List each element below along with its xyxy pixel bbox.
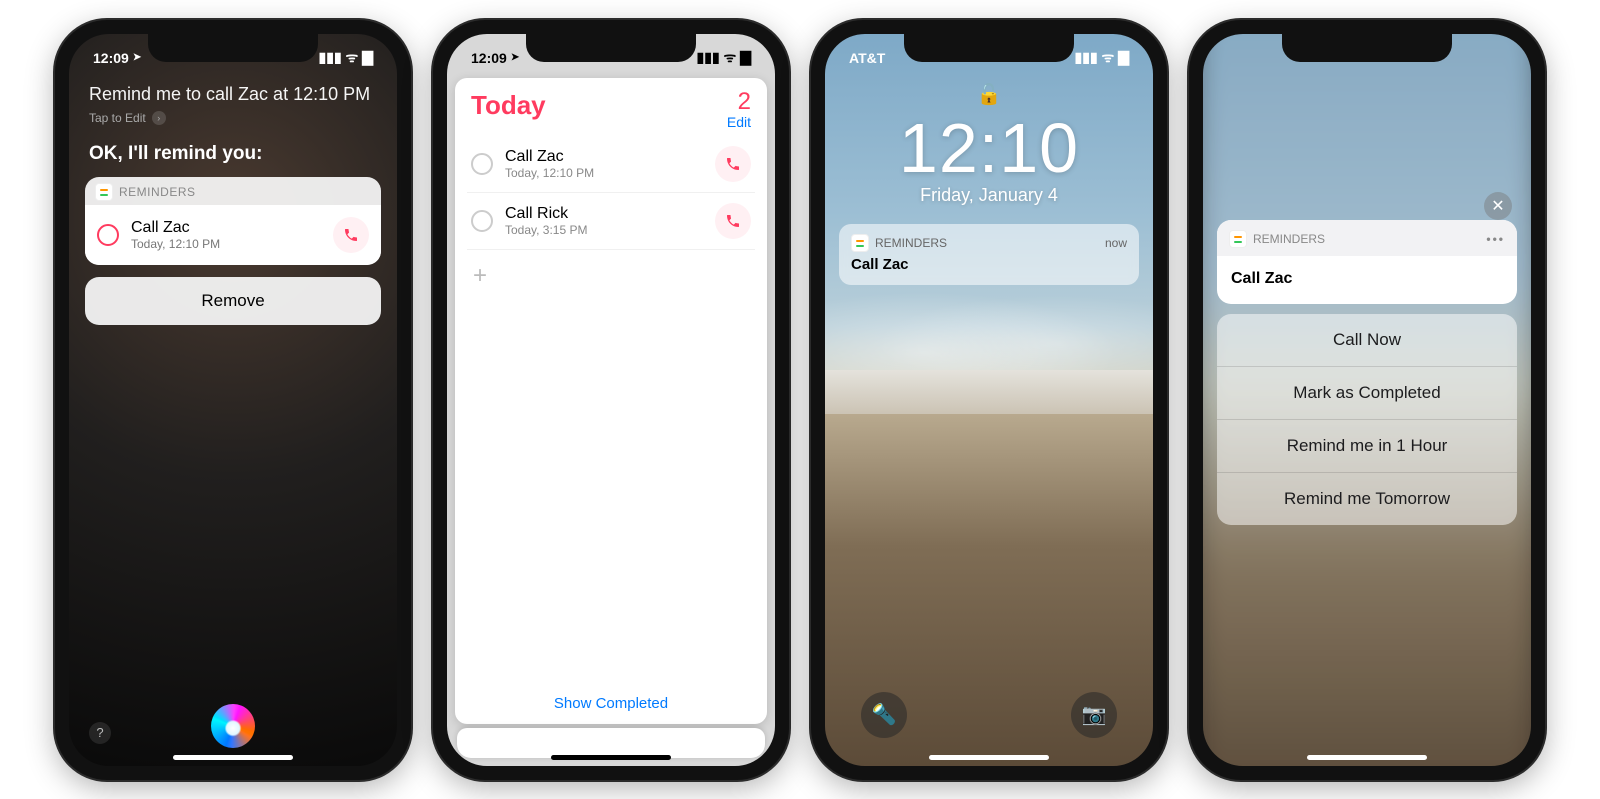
reminders-app-icon [1229,230,1247,248]
action-remind-tomorrow[interactable]: Remind me Tomorrow [1217,473,1517,525]
list-title: Today [471,90,546,121]
camera-icon: 📷 [1082,702,1107,727]
app-switcher-peek[interactable] [457,728,765,758]
reminder-checkbox[interactable] [471,153,493,175]
home-indicator[interactable] [173,755,293,760]
notification-app-label: REMINDERS [875,236,947,250]
tap-to-edit-label: Tap to Edit [89,111,146,125]
reminder-subtitle: Today, 12:10 PM [131,237,321,251]
siri-response: OK, I'll remind you: [85,143,381,165]
siri-orb-icon[interactable] [211,704,255,748]
flashlight-button[interactable]: 🔦 [861,692,907,738]
action-remind-1-hour[interactable]: Remind me in 1 Hour [1217,420,1517,473]
notification-actions: Call Now Mark as Completed Remind me in … [1217,314,1517,525]
lockscreen-time: 12:10 [825,113,1153,183]
notification-title: Call Zac [1217,256,1517,304]
reminder-app-label: REMINDERS [119,185,196,199]
notch [904,34,1074,62]
notification-time: now [1105,236,1127,250]
flashlight-icon: 🔦 [872,702,897,727]
reminders-list-sheet: Today 2 Edit Call Zac Today, 12:10 PM [455,78,767,724]
status-time: 12:09 [93,50,129,66]
phone-lock-screen: AT&T ▮▮▮ ᯤ ▇ 🔓 12:10 Friday, January 4 R… [811,20,1167,780]
reminder-card[interactable]: REMINDERS Call Zac Today, 12:10 PM [85,177,381,265]
reminder-row[interactable]: Call Zac Today, 12:10 PM [467,136,755,193]
siri-help-button[interactable]: ? [89,722,111,744]
phone-icon [725,156,741,172]
status-time: 12:09 [471,50,507,66]
siri-query: Remind me to call Zac at 12:10 PM [85,84,381,105]
phone-reminders-app: 12:09 ➤ ▮▮▮ ᯤ ▇ Today 2 Edit Call Zac To… [433,20,789,780]
reminder-checkbox[interactable] [97,224,119,246]
status-carrier: AT&T [849,50,885,66]
call-button[interactable] [333,217,369,253]
status-icons: ▮▮▮ ᯤ ▇ [1075,48,1129,67]
phone-icon [725,213,741,229]
camera-button[interactable]: 📷 [1071,692,1117,738]
notification-card[interactable]: REMINDERS now Call Zac [839,224,1139,285]
reminder-subtitle: Today, 12:10 PM [505,166,703,180]
reminder-title: Call Zac [131,219,321,237]
action-mark-completed[interactable]: Mark as Completed [1217,367,1517,420]
notch [148,34,318,62]
home-indicator[interactable] [1307,755,1427,760]
notch [1282,34,1452,62]
phone-icon [343,227,359,243]
lockscreen-date: Friday, January 4 [825,185,1153,206]
show-completed-button[interactable]: Show Completed [455,683,767,724]
remove-button[interactable]: Remove [85,277,381,325]
notification-app-label: REMINDERS [1253,232,1325,246]
call-button[interactable] [715,203,751,239]
reminder-checkbox[interactable] [471,210,493,232]
reminder-count: 2 [727,90,751,114]
home-indicator[interactable] [551,755,671,760]
reminder-title: Call Zac [505,148,703,166]
reminders-app-icon [95,183,113,201]
tap-to-edit[interactable]: Tap to Edit › [85,111,381,125]
reminder-title: Call Rick [505,205,703,223]
edit-button[interactable]: Edit [727,114,751,130]
notification-title: Call Zac [851,256,1127,273]
reminders-app-icon [851,234,869,252]
home-indicator[interactable] [929,755,1049,760]
close-icon: ✕ [1491,196,1504,216]
location-arrow-icon: ➤ [511,52,519,63]
phone-siri: 12:09 ➤ ▮▮▮ ᯤ ▇ Remind me to call Zac at… [55,20,411,780]
lock-icon: 🔓 [825,82,1153,107]
action-call-now[interactable]: Call Now [1217,314,1517,367]
phone-notification-expanded: ✕ REMINDERS ••• Call Zac Call Now Mark a… [1189,20,1545,780]
status-icons: ▮▮▮ ᯤ ▇ [319,48,373,67]
close-button[interactable]: ✕ [1484,192,1512,220]
call-button[interactable] [715,146,751,182]
reminder-row[interactable]: Call Rick Today, 3:15 PM [467,193,755,250]
notification-card[interactable]: REMINDERS ••• Call Zac [1217,220,1517,304]
reminder-subtitle: Today, 3:15 PM [505,223,703,237]
location-arrow-icon: ➤ [133,52,141,63]
more-icon[interactable]: ••• [1486,232,1505,246]
notch [526,34,696,62]
chevron-right-icon: › [152,111,166,125]
add-reminder-button[interactable]: + [467,250,755,302]
status-icons: ▮▮▮ ᯤ ▇ [697,48,751,67]
